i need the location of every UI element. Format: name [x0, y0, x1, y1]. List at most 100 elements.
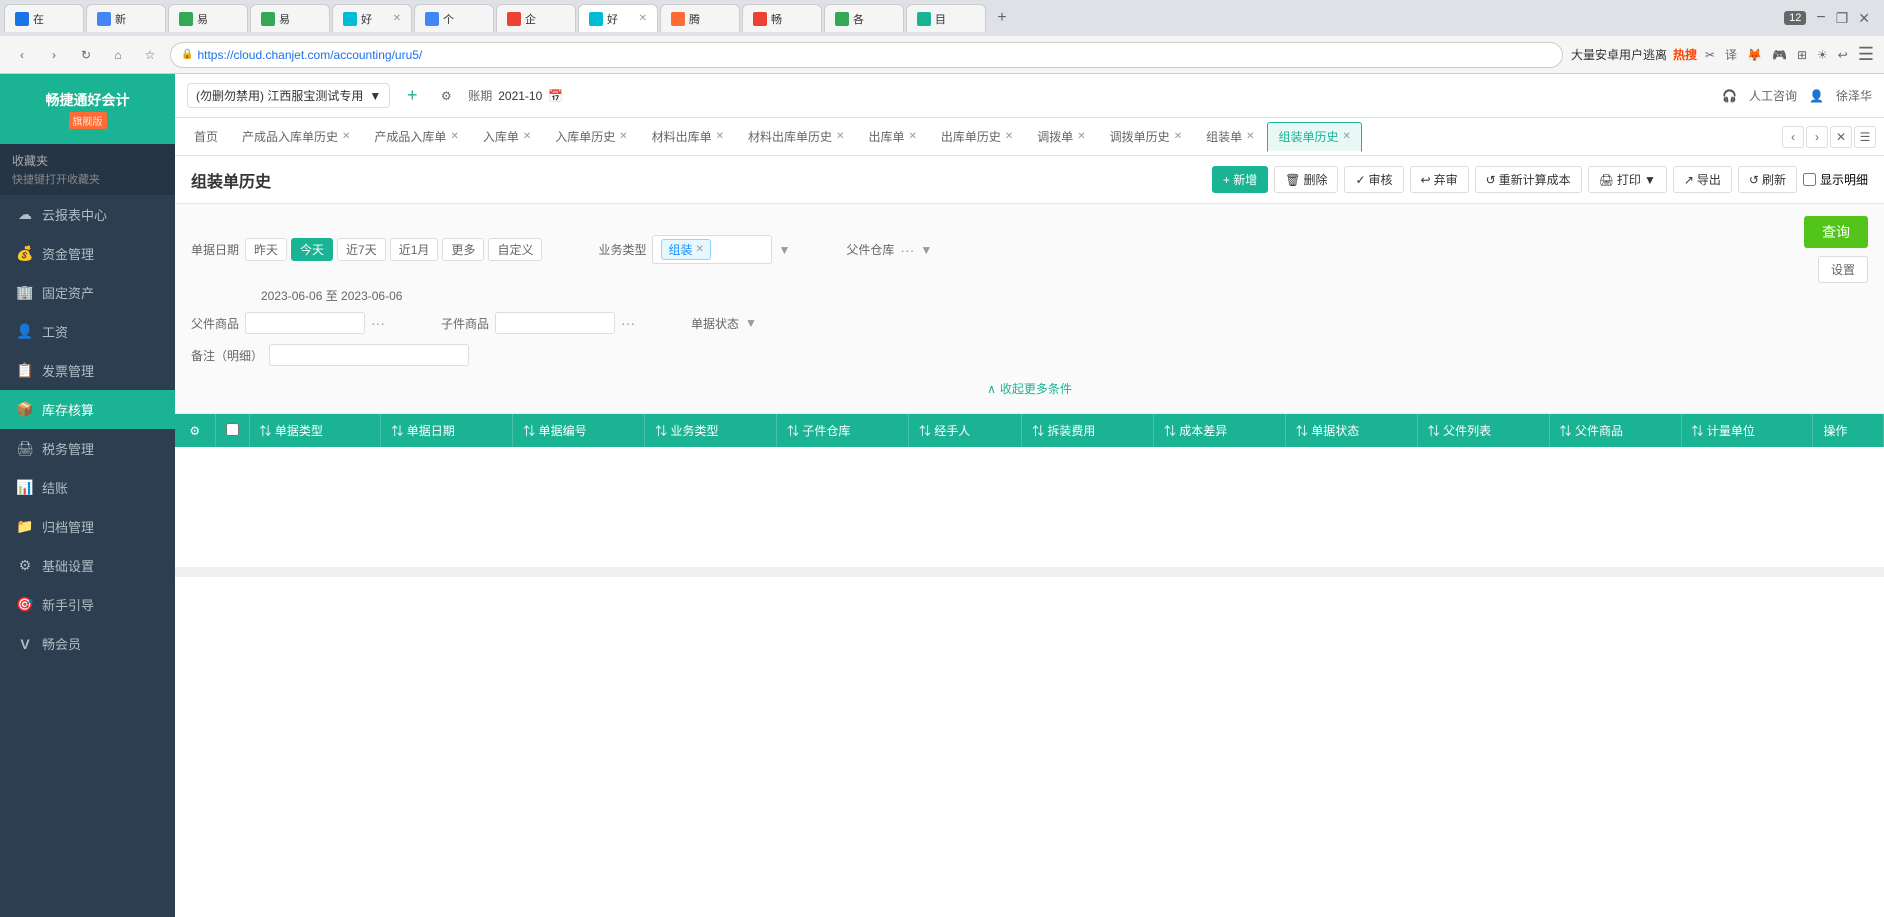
back-button[interactable]: ‹	[10, 43, 34, 67]
sidebar-item-member[interactable]: V 畅会员	[0, 624, 175, 663]
forward-button[interactable]: ›	[42, 43, 66, 67]
sub-tab-close-assemble-hist[interactable]: ✕	[1343, 131, 1351, 142]
browser-tab-7[interactable]: 企	[496, 4, 576, 32]
date-btn-yesterday[interactable]: 昨天	[245, 238, 287, 261]
sidebar-item-salary[interactable]: 👤 工资	[0, 312, 175, 351]
browser-tab-3[interactable]: 易	[168, 4, 248, 32]
sidebar-item-archive[interactable]: 📁 归档管理	[0, 507, 175, 546]
sub-tab-in[interactable]: 入库单 ✕	[472, 122, 542, 152]
new-button[interactable]: + 新增	[1212, 166, 1268, 193]
sidebar-favorites[interactable]: 收藏夹 快捷键打开收藏夹	[0, 144, 175, 195]
sub-nav-right[interactable]: ›	[1806, 126, 1828, 148]
date-btn-1month[interactable]: 近1月	[390, 238, 439, 261]
sub-tab-transfer-hist[interactable]: 调拨单历史 ✕	[1099, 122, 1193, 152]
th-cost-diff[interactable]: ⇅ 成本差异	[1153, 414, 1285, 447]
game-tool[interactable]: 🎮	[1772, 48, 1787, 62]
th-handler[interactable]: ⇅ 经手人	[908, 414, 1021, 447]
sub-tab-close-out-hist[interactable]: ✕	[1005, 131, 1013, 142]
sub-tab-close-transfer[interactable]: ✕	[1077, 131, 1085, 142]
scissors-tool[interactable]: ✂	[1705, 48, 1715, 62]
favorites-title[interactable]: 收藏夹	[12, 152, 163, 169]
sub-nav-left[interactable]: ‹	[1782, 126, 1804, 148]
favorites-sub[interactable]: 快捷键打开收藏夹	[12, 171, 163, 187]
sub-tab-close-prod-in-hist[interactable]: ✕	[342, 131, 350, 142]
th-settings[interactable]: ⚙	[175, 414, 215, 447]
browser-tab-10[interactable]: 畅	[742, 4, 822, 32]
add-company-button[interactable]: +	[400, 84, 424, 108]
th-business-type[interactable]: ⇅ 业务类型	[645, 414, 777, 447]
parent-warehouse-dropdown[interactable]: ▼	[920, 243, 932, 257]
sub-tab-mat-out-hist[interactable]: 材料出库单历史 ✕	[737, 122, 855, 152]
browser-tab-6[interactable]: 个	[414, 4, 494, 32]
collapse-button[interactable]: ∧ 收起更多条件	[191, 376, 1868, 401]
sub-tab-transfer[interactable]: 调拨单 ✕	[1026, 122, 1096, 152]
sidebar-item-settings[interactable]: ⚙ 基础设置	[0, 546, 175, 585]
parent-warehouse-more-icon[interactable]: ···	[900, 242, 914, 258]
export-button[interactable]: ↗ 导出	[1673, 166, 1732, 193]
audit-button[interactable]: ✓ 审核	[1344, 166, 1403, 193]
refresh-button[interactable]: ↺ 刷新	[1738, 166, 1797, 193]
child-goods-more-icon[interactable]: ···	[621, 315, 635, 331]
th-bill-date[interactable]: ⇅ 单据日期	[381, 414, 513, 447]
date-btn-more[interactable]: 更多	[442, 238, 484, 261]
close-window-button[interactable]: ✕	[1858, 10, 1870, 27]
sidebar-item-fixed-assets[interactable]: 🏢 固定资产	[0, 273, 175, 312]
grid-tool[interactable]: ⊞	[1797, 48, 1807, 62]
browser-tab-11[interactable]: 各	[824, 4, 904, 32]
set-button[interactable]: 设置	[1818, 256, 1868, 283]
sub-tab-prod-in-hist[interactable]: 产成品入库单历史 ✕	[231, 122, 361, 152]
sub-nav-menu[interactable]: ☰	[1854, 126, 1876, 148]
sub-tab-close-mat-out-hist[interactable]: ✕	[836, 131, 844, 142]
th-bill-status[interactable]: ⇅ 单据状态	[1285, 414, 1417, 447]
browser-tab-1[interactable]: 在	[4, 4, 84, 32]
sub-tab-close-transfer-hist[interactable]: ✕	[1174, 131, 1182, 142]
sub-tab-close-in-hist[interactable]: ✕	[619, 131, 627, 142]
sub-tab-close-assemble[interactable]: ✕	[1246, 131, 1254, 142]
new-tab-button[interactable]: +	[988, 4, 1016, 32]
remark-input[interactable]	[269, 344, 469, 366]
maximize-button[interactable]: ❐	[1836, 10, 1849, 27]
sub-tab-assemble-hist[interactable]: 组装单历史 ✕	[1267, 122, 1361, 152]
th-checkbox[interactable]	[215, 414, 249, 447]
sub-tab-out-hist[interactable]: 出库单历史 ✕	[930, 122, 1024, 152]
parent-goods-input[interactable]	[245, 312, 365, 334]
bill-status-dropdown[interactable]: ▼	[745, 316, 757, 330]
sub-nav-close-all[interactable]: ✕	[1830, 126, 1852, 148]
recalc-button[interactable]: ↺ 重新计算成本	[1475, 166, 1582, 193]
sub-tab-close-mat-out[interactable]: ✕	[716, 131, 724, 142]
sidebar-item-cloud-report[interactable]: ☁ 云报表中心	[0, 195, 175, 234]
th-unit[interactable]: ⇅ 计量单位	[1681, 414, 1813, 447]
th-dismantle-fee[interactable]: ⇅ 拆装费用	[1022, 414, 1154, 447]
brightness-tool[interactable]: ☀	[1817, 48, 1828, 62]
sub-tab-close-out[interactable]: ✕	[908, 131, 916, 142]
business-type-input[interactable]: 组装 ✕	[652, 235, 772, 264]
calendar-icon[interactable]: 📅	[548, 89, 563, 103]
th-bill-number[interactable]: ⇅ 单据编号	[513, 414, 645, 447]
sidebar-item-inventory[interactable]: 📦 库存核算	[0, 390, 175, 429]
bookmark-button[interactable]: ☆	[138, 43, 162, 67]
translate-tool[interactable]: 译	[1725, 46, 1737, 63]
sub-tab-home[interactable]: 首页	[183, 122, 229, 152]
th-parent-list[interactable]: ⇅ 父件列表	[1417, 414, 1549, 447]
abandon-button[interactable]: ↩ 弃审	[1410, 166, 1469, 193]
sub-tab-close-prod-in[interactable]: ✕	[450, 131, 458, 142]
sub-tab-close-in[interactable]: ✕	[523, 131, 531, 142]
settings-header-button[interactable]: ⚙	[434, 84, 458, 108]
date-btn-today[interactable]: 今天	[291, 238, 333, 261]
browser-tab-12[interactable]: 目	[906, 4, 986, 32]
sub-tab-prod-in[interactable]: 产成品入库单 ✕	[363, 122, 469, 152]
sidebar-item-invoice[interactable]: 📋 发票管理	[0, 351, 175, 390]
business-type-dropdown[interactable]: ▼	[778, 243, 790, 257]
menu-button[interactable]: ☰	[1858, 44, 1874, 65]
browser-tab-4[interactable]: 易	[250, 4, 330, 32]
sidebar-item-guide[interactable]: 🎯 新手引导	[0, 585, 175, 624]
th-parent-goods[interactable]: ⇅ 父件商品	[1549, 414, 1681, 447]
show-detail-input[interactable]	[1803, 173, 1816, 186]
select-all-checkbox[interactable]	[226, 423, 239, 436]
query-button[interactable]: 查询	[1804, 216, 1868, 248]
history-tool[interactable]: ↩	[1838, 48, 1848, 62]
print-button[interactable]: 🖨 打印 ▼	[1588, 166, 1667, 193]
browser-tab-9[interactable]: 腾	[660, 4, 740, 32]
tab-close-8[interactable]: ✕	[639, 13, 647, 24]
sidebar-item-fund[interactable]: 💰 资金管理	[0, 234, 175, 273]
